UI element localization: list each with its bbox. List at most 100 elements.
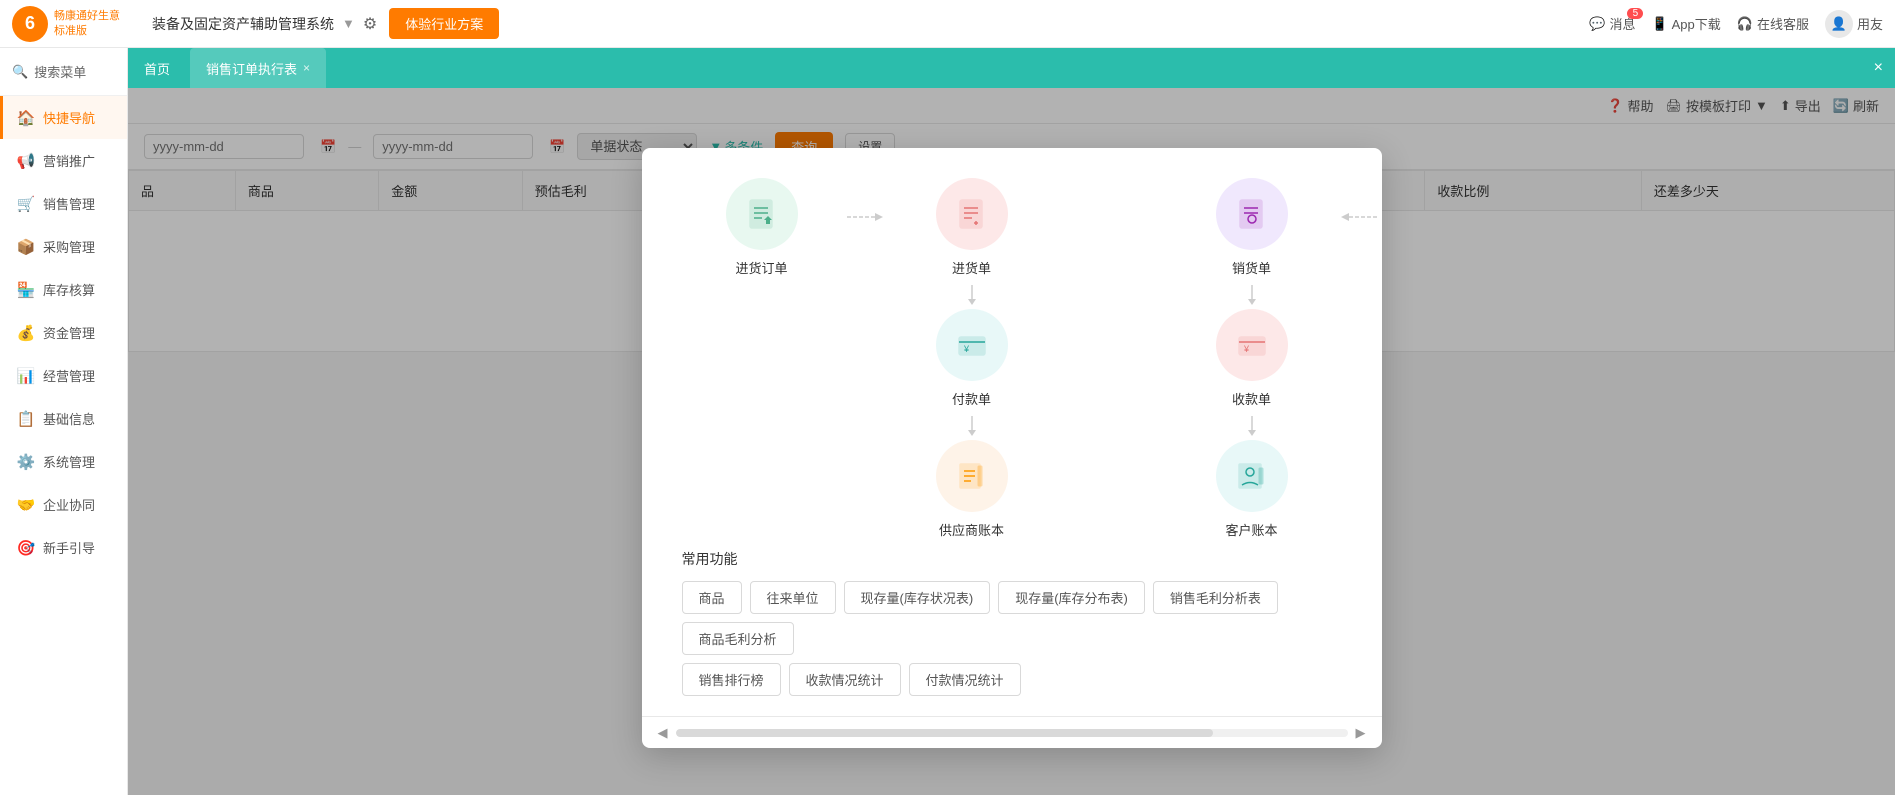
payment-bill-icon: ¥ [936,309,1008,381]
sidebar-item-basic-info[interactable]: 📋 基础信息 [0,397,127,440]
flow-arrows-down [682,285,1382,305]
sales-bill-icon [1216,178,1288,250]
page-content: ❓ 帮助 🖨 按模板打印 ▼ ⬆ 导出 🔄 刷新 [128,88,1895,795]
operations-icon: 📊 [17,367,35,385]
message-badge: 5 [1627,8,1643,19]
func-btn-stock-status[interactable]: 现存量(库存状况表) [844,581,991,614]
app-download-button[interactable]: 📱 App下载 [1651,14,1720,33]
func-buttons-row2: 销售排行榜 收款情况统计 付款情况统计 [682,663,1342,696]
arrow-down-receipt [1172,416,1332,436]
system-icon: ⚙️ [17,453,35,471]
purchase-order-icon [726,178,798,250]
sidebar-item-inventory[interactable]: 🏪 库存核算 [0,268,127,311]
sidebar-item-marketing[interactable]: 📢 营销推广 [0,139,127,182]
top-bar-middle: 装备及固定资产辅助管理系统 ▼ ⚙ 体验行业方案 [140,8,1589,39]
receipt-bill-icon: ¥ [1216,309,1288,381]
arrow-down-sales [1172,285,1332,305]
func-btn-receipt-stats[interactable]: 收款情况统计 [789,663,901,696]
purchase-bill-icon [936,178,1008,250]
tab-panel-close-button[interactable]: × [1862,59,1895,77]
supplier-ledger-label: 供应商账本 [939,520,1004,539]
sidebar-item-guide[interactable]: 🎯 新手引导 [0,526,127,569]
flow-diagram: 进货订单 [682,178,1342,539]
finance-icon: 💰 [17,324,35,342]
flow-node-sales-bill[interactable]: 销货单 [1172,178,1332,277]
inventory-icon: 🏪 [17,281,35,299]
flow-node-customer-ledger[interactable]: 客户账本 [1172,440,1332,539]
func-btn-stock-dist[interactable]: 现存量(库存分布表) [998,581,1145,614]
flow-node-receipt-bill[interactable]: ¥ 收款单 [1172,309,1332,408]
sidebar-item-system[interactable]: ⚙️ 系统管理 [0,440,127,483]
tab-sales-order-exec[interactable]: 销售订单执行表 × [190,48,326,88]
user-menu[interactable]: 👤 用友 [1825,10,1883,38]
search-menu-button[interactable]: 🔍 搜索菜单 [8,58,119,85]
sidebar: 🔍 搜索菜单 🏠 快捷导航 📢 营销推广 🛒 销售管理 📦 [0,48,128,795]
svg-text:¥: ¥ [1243,344,1250,354]
func-btn-sales-ranking[interactable]: 销售排行榜 [682,663,781,696]
main-area: 🔍 搜索菜单 🏠 快捷导航 📢 营销推广 🛒 销售管理 📦 [0,48,1895,795]
system-title: 装备及固定资产辅助管理系统 [152,14,334,34]
func-buttons-row1: 商品 往来单位 现存量(库存状况表) 现存量(库存分布表) 销售毛利分析表 商品… [682,581,1342,655]
online-service-button[interactable]: 🎧 在线客服 [1737,14,1809,33]
search-icon: 🔍 [12,64,28,80]
phone-icon: 📱 [1651,16,1667,32]
top-bar: 6 畅康通好生意 标准版 装备及固定资产辅助管理系统 ▼ ⚙ 体验行业方案 💬 … [0,0,1895,48]
common-functions: 常用功能 商品 往来单位 现存量(库存状况表) 现存量(库存分布表) 销售毛利分… [682,549,1342,696]
message-button[interactable]: 💬 消息 5 [1589,14,1635,33]
scrollbar-thumb [676,729,1214,737]
sidebar-item-finance[interactable]: 💰 资金管理 [0,311,127,354]
sales-bill-label: 销货单 [1232,258,1271,277]
tab-home[interactable]: 首页 [128,48,186,88]
arrow-down-purchase [892,285,1052,305]
scroll-left-icon[interactable]: ◀ [658,725,668,741]
guide-icon: 🎯 [17,539,35,557]
app-container: 6 畅康通好生意 标准版 装备及固定资产辅助管理系统 ▼ ⚙ 体验行业方案 💬 … [0,0,1895,795]
func-btn-sales-profit[interactable]: 销售毛利分析表 [1153,581,1278,614]
flow-arrows-down-2 [682,416,1332,436]
flow-node-payment-bill[interactable]: ¥ 付款单 [892,309,1052,408]
tab-close-icon[interactable]: × [303,61,310,75]
flow-node-purchase-order[interactable]: 进货订单 [682,178,842,277]
logo-icon: 6 [12,6,48,42]
settings-icon[interactable]: ⚙ [363,14,377,34]
supplier-ledger-icon [936,440,1008,512]
purchase-order-label: 进货订单 [735,258,787,277]
trial-button[interactable]: 体验行业方案 [389,8,499,39]
purchase-icon: 📦 [17,238,35,256]
scrollbar-track[interactable] [676,729,1348,737]
flow-row-2: ¥ 付款单 ¥ [682,309,1332,408]
sidebar-item-operations[interactable]: 📊 经营管理 [0,354,127,397]
message-icon: 💬 [1589,16,1605,32]
enterprise-icon: 🤝 [17,496,35,514]
func-btn-product[interactable]: 商品 [682,581,742,614]
func-btn-payment-stats[interactable]: 付款情况统计 [909,663,1021,696]
avatar: 👤 [1825,10,1853,38]
home-icon: 🏠 [17,109,35,127]
sidebar-item-quick-nav[interactable]: 🏠 快捷导航 [0,96,127,139]
top-bar-right: 💬 消息 5 📱 App下载 🎧 在线客服 👤 用友 [1589,10,1883,38]
modal-overlay: 进货订单 [128,88,1895,795]
modal-body: 进货订单 [642,148,1382,716]
flow-node-supplier-ledger[interactable]: 供应商账本 [892,440,1052,539]
payment-bill-label: 付款单 [952,389,991,408]
flow-node-purchase-bill[interactable]: 进货单 [892,178,1052,277]
arrow-down-payment [892,416,1052,436]
customer-ledger-icon [1216,440,1288,512]
sidebar-item-sales[interactable]: 🛒 销售管理 [0,182,127,225]
scroll-right-icon[interactable]: ▶ [1356,725,1366,741]
logo-text: 畅康通好生意 标准版 [54,9,120,38]
func-btn-counterpart[interactable]: 往来单位 [750,581,836,614]
func-btn-product-profit[interactable]: 商品毛利分析 [682,622,794,655]
flow-row-1: 进货订单 [682,178,1382,277]
svg-text:¥: ¥ [963,344,970,354]
system-dropdown-icon[interactable]: ▼ [342,16,355,31]
sidebar-search[interactable]: 🔍 搜索菜单 [0,48,127,96]
headset-icon: 🎧 [1737,16,1753,32]
marketing-icon: 📢 [17,152,35,170]
sidebar-item-purchase[interactable]: 📦 采购管理 [0,225,127,268]
sidebar-item-enterprise[interactable]: 🤝 企业协同 [0,483,127,526]
sales-icon: 🛒 [17,195,35,213]
sidebar-nav: 🏠 快捷导航 📢 营销推广 🛒 销售管理 📦 采购管理 🏪 库存核 [0,96,127,795]
tab-bar: 首页 销售订单执行表 × × [128,48,1895,88]
modal-scrollbar: ◀ ▶ [642,716,1382,748]
